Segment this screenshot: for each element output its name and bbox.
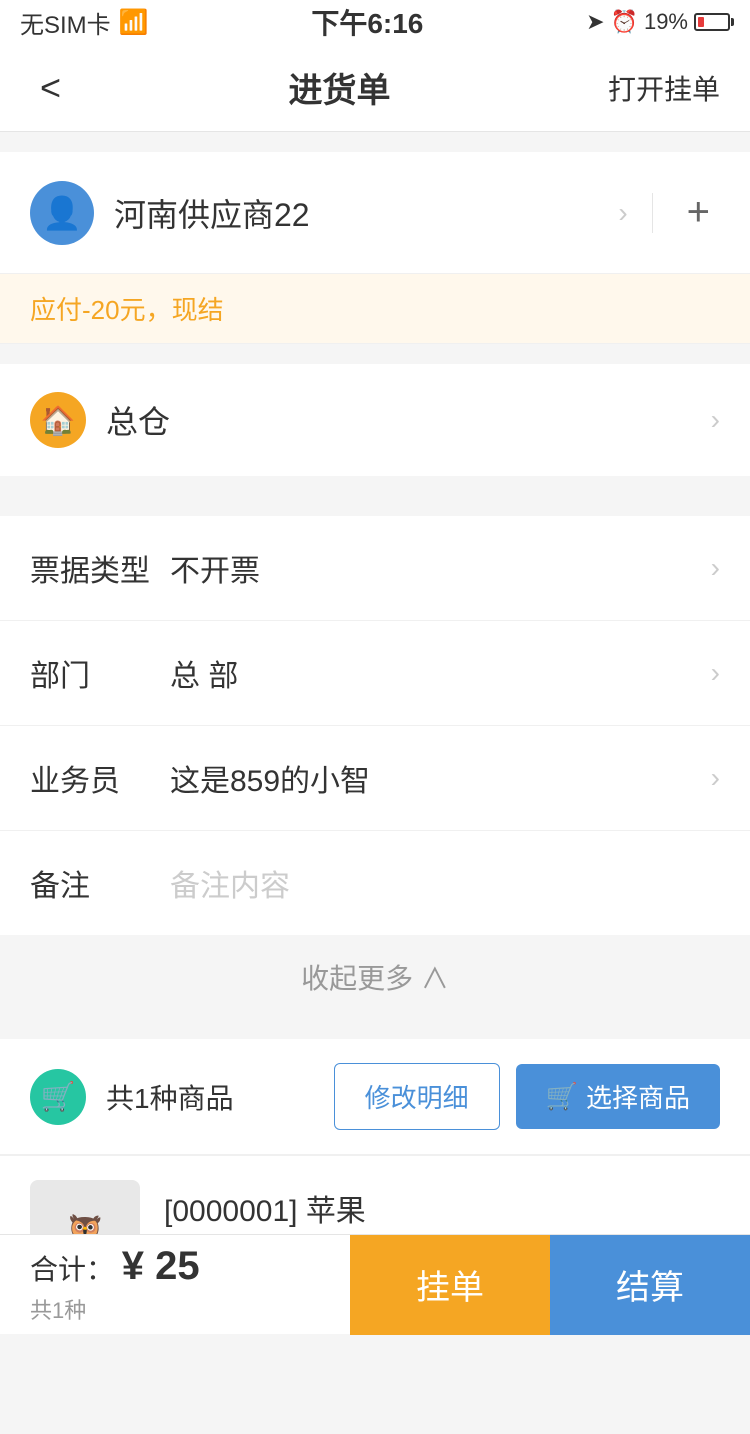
add-supplier-button[interactable]: + (677, 180, 720, 245)
alarm-icon: ⏰ (611, 9, 638, 35)
product-title: 苹果 (306, 1195, 366, 1228)
separator-4 (0, 1019, 750, 1039)
dept-row[interactable]: 部门 总 部 › (0, 621, 750, 726)
chevron-right-icon-warehouse: › (711, 404, 720, 436)
wifi-icon: 📶 (119, 8, 149, 37)
edit-detail-button[interactable]: 修改明细 (334, 1063, 500, 1130)
products-header: 🛒 共1种商品 修改明细 🛒 选择商品 (0, 1039, 750, 1155)
product-code: [0000001] (164, 1195, 297, 1228)
hang-button[interactable]: 挂单 (350, 1235, 550, 1335)
remark-row[interactable]: 备注 备注内容 (0, 831, 750, 935)
total-area: 合计： ¥ 25 共1种 (0, 1244, 350, 1325)
status-time: 下午6:16 (311, 2, 423, 42)
battery-percent: 19% (644, 9, 688, 35)
supplier-row[interactable]: 👤 河南供应商22 › + (0, 152, 750, 274)
invoice-label: 票据类型 (30, 546, 150, 590)
chevron-right-icon-staff: › (711, 762, 720, 794)
separator-2 (0, 344, 750, 364)
staff-label: 业务员 (30, 756, 150, 800)
user-icon: 👤 (42, 194, 82, 232)
dept-label: 部门 (30, 651, 150, 695)
warehouse-row[interactable]: 🏠 总仓 › (0, 364, 750, 476)
select-product-icon: 🛒 (546, 1081, 578, 1112)
select-product-button[interactable]: 🛒 选择商品 (516, 1064, 720, 1129)
products-count: 共1种商品 (106, 1077, 334, 1117)
supplier-notice: 应付-20元，现结 (0, 274, 750, 344)
carrier-text: 无SIM卡 (20, 5, 111, 40)
separator-1 (0, 132, 750, 152)
status-left: 无SIM卡 📶 (20, 5, 149, 40)
total-count: 共1种 (30, 1293, 320, 1325)
battery-icon (694, 13, 730, 31)
total-amount: ¥ 25 (122, 1244, 200, 1288)
dept-value: 总 部 (170, 651, 711, 695)
supplier-name: 河南供应商22 (114, 190, 618, 236)
bottom-bar: 合计： ¥ 25 共1种 挂单 结算 (0, 1234, 750, 1334)
invoice-type-row[interactable]: 票据类型 不开票 › (0, 516, 750, 621)
total-label: 合计： (30, 1254, 114, 1285)
checkout-button[interactable]: 结算 (550, 1235, 750, 1335)
supplier-avatar: 👤 (30, 181, 94, 245)
product-name: [0000001] 苹果 (164, 1186, 668, 1230)
staff-value: 这是859的小智 (170, 756, 711, 800)
form-section: 票据类型 不开票 › 部门 总 部 › 业务员 这是859的小智 › 备注 备注… (0, 516, 750, 935)
chevron-right-icon: › (618, 197, 627, 229)
remark-label: 备注 (30, 861, 150, 905)
total-row: 合计： ¥ 25 (30, 1244, 320, 1289)
supplier-section: 👤 河南供应商22 › + 应付-20元，现结 (0, 152, 750, 344)
staff-row[interactable]: 业务员 这是859的小智 › (0, 726, 750, 831)
nav-bar: < 进货单 打开挂单 (0, 44, 750, 132)
vertical-divider (652, 193, 653, 233)
select-product-label: 选择商品 (586, 1078, 690, 1115)
remark-input[interactable]: 备注内容 (170, 861, 720, 905)
cart-icon: 🛒 (41, 1080, 76, 1113)
back-button[interactable]: < (30, 57, 71, 119)
status-bar: 无SIM卡 📶 下午6:16 ➤ ⏰ 19% (0, 0, 750, 44)
warehouse-name: 总仓 (106, 397, 711, 443)
products-icon-wrap: 🛒 (30, 1069, 86, 1125)
location-icon: ➤ (586, 9, 604, 35)
invoice-value: 不开票 (170, 546, 711, 590)
separator-3 (0, 476, 750, 496)
chevron-right-icon-dept: › (711, 657, 720, 689)
warehouse-icon: 🏠 (41, 404, 76, 437)
open-hang-button[interactable]: 打开挂单 (608, 68, 720, 108)
page-title: 进货单 (289, 63, 391, 112)
warehouse-icon-wrap: 🏠 (30, 392, 86, 448)
chevron-right-icon-invoice: › (711, 552, 720, 584)
warehouse-section: 🏠 总仓 › (0, 364, 750, 476)
collapse-button[interactable]: 收起更多 ∧ (0, 935, 750, 1019)
status-right: ➤ ⏰ 19% (586, 9, 730, 35)
